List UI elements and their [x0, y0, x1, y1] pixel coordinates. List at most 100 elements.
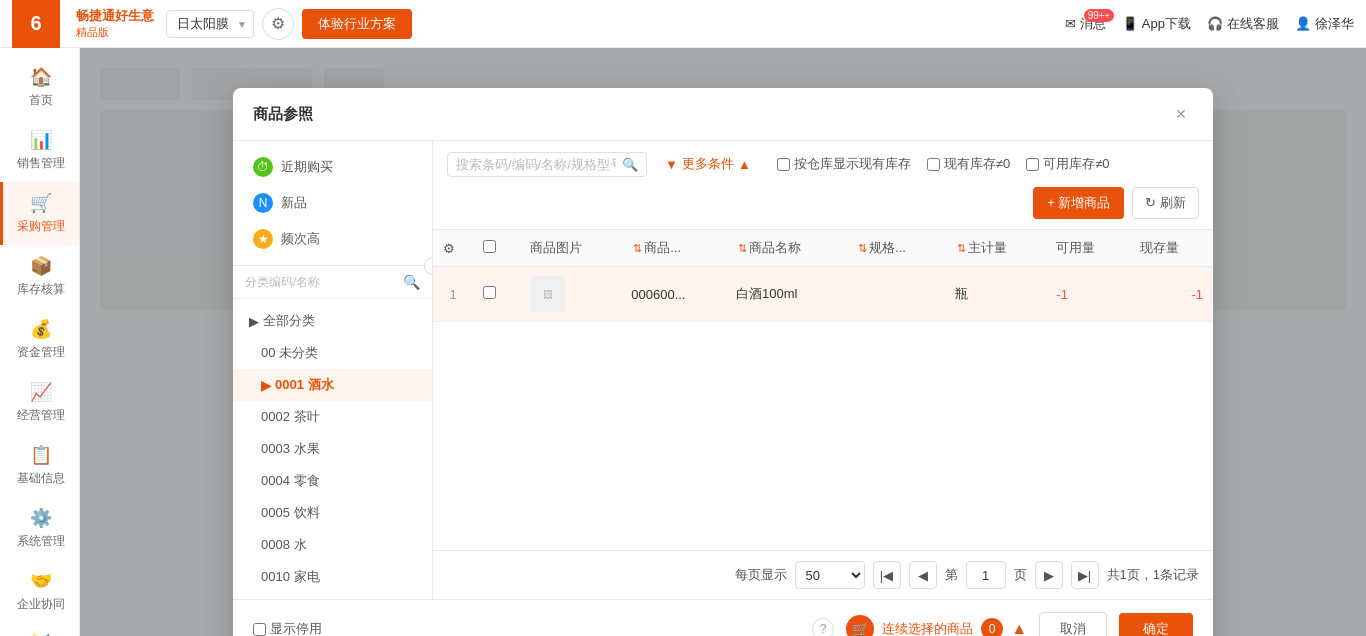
user-avatar-icon: 👤	[1295, 16, 1311, 31]
footer-right: ? 🛒 连续选择的商品 0 ▲ 取消 确定	[812, 612, 1193, 636]
product-search-input[interactable]	[456, 157, 616, 172]
quick-item-new[interactable]: N 新品	[245, 187, 420, 219]
th-stock[interactable]: 现存量	[1130, 230, 1213, 267]
show-disabled-input[interactable]	[253, 623, 266, 636]
filter-up-icon: ▲	[738, 157, 751, 172]
sort-icon-code: ⇅	[633, 242, 642, 255]
sidebar-item-management[interactable]: 📈 经营管理	[0, 371, 79, 434]
app-download-item[interactable]: 📱 App下载	[1122, 15, 1191, 33]
page-size-select[interactable]: 50 100 200	[795, 561, 865, 589]
checkbox-available-input[interactable]	[1026, 158, 1039, 171]
refresh-button[interactable]: ↻ 刷新	[1132, 187, 1199, 219]
category-search-icon[interactable]: 🔍	[403, 274, 420, 290]
checkbox-available-nonzero[interactable]: 可用库存≠0	[1026, 155, 1109, 173]
sidebar-label-management: 经营管理	[17, 407, 65, 424]
th-settings[interactable]: ⚙	[433, 230, 473, 267]
checkbox-warehouse-label: 按仓库显示现有库存	[794, 155, 911, 173]
cart-count-badge: 0	[981, 618, 1003, 636]
add-product-button[interactable]: + 新增商品	[1033, 187, 1124, 219]
store-dropdown[interactable]: 日太阳膜 ▼	[166, 10, 254, 38]
page-last-button[interactable]: ▶|	[1071, 561, 1099, 589]
sidebar-item-sales[interactable]: 📊 销售管理	[0, 119, 79, 182]
modal-close-button[interactable]: ×	[1169, 102, 1193, 126]
checkbox-available-label: 可用库存≠0	[1043, 155, 1109, 173]
trial-button[interactable]: 体验行业方案	[302, 9, 412, 39]
th-unit[interactable]: ⇅ 主计量	[945, 230, 1047, 267]
table-header-row: ⚙ 商品图片	[433, 230, 1213, 267]
checkbox-stock-nonzero[interactable]: 现有库存≠0	[927, 155, 1010, 173]
category-item-uncategorized[interactable]: 00 未分类	[233, 337, 432, 369]
category-label-tea: 0002 茶叶	[261, 408, 320, 426]
category-item-tea[interactable]: 0002 茶叶	[233, 401, 432, 433]
category-item-all[interactable]: ▶ 全部分类	[233, 305, 432, 337]
home-icon: 🏠	[30, 66, 52, 88]
sidebar-label-home: 首页	[29, 92, 53, 109]
quick-item-freq[interactable]: ★ 频次高	[245, 223, 420, 255]
pagination-area: 每页显示 50 100 200 |◀ ◀ 第 页 ▶	[433, 550, 1213, 599]
select-all-checkbox[interactable]	[483, 240, 496, 253]
sidebar-item-system[interactable]: ⚙️ 系统管理	[0, 497, 79, 560]
category-item-water[interactable]: 0008 水	[233, 529, 432, 561]
left-panel: ⏱ 近期购买 N 新品 ★ 频次高	[233, 141, 433, 599]
checkbox-stock-input[interactable]	[927, 158, 940, 171]
th-checkbox[interactable]	[473, 230, 520, 267]
image-placeholder-icon: 🖼	[543, 289, 553, 300]
toolbar-right: + 新增商品 ↻ 刷新	[1033, 187, 1199, 219]
sidebar-item-enterprise[interactable]: 🤝 企业协同	[0, 560, 79, 623]
category-item-liquor[interactable]: ▶ 0001 酒水	[233, 369, 432, 401]
sidebar-label-inventory: 库存核算	[17, 281, 65, 298]
category-search-input[interactable]	[245, 275, 397, 289]
cart-icon-button[interactable]: 🛒	[846, 615, 874, 636]
th-available[interactable]: 可用量	[1046, 230, 1129, 267]
table-row[interactable]: 1 🖼	[433, 267, 1213, 322]
checkbox-warehouse[interactable]: 按仓库显示现有库存	[777, 155, 911, 173]
row-checkbox[interactable]	[483, 286, 496, 299]
finance-icon: 💰	[30, 318, 52, 340]
category-item-snack[interactable]: 0004 零食	[233, 465, 432, 497]
th-image[interactable]: 商品图片	[520, 230, 622, 267]
th-name[interactable]: ⇅ 商品名称	[726, 230, 846, 267]
page-prev-button[interactable]: ◀	[909, 561, 937, 589]
product-search-icon[interactable]: 🔍	[622, 157, 638, 172]
confirm-button[interactable]: 确定	[1119, 613, 1193, 636]
message-item[interactable]: ✉ 消息 99++	[1065, 15, 1106, 33]
help-icon[interactable]: ?	[812, 618, 834, 636]
category-label-all: 全部分类	[263, 312, 315, 330]
page-next-button[interactable]: ▶	[1035, 561, 1063, 589]
settings-icon[interactable]: ⚙	[262, 8, 294, 40]
service-item[interactable]: 🎧 在线客服	[1207, 15, 1279, 33]
row-code: 000600...	[631, 287, 685, 302]
category-label-uncategorized: 00 未分类	[261, 344, 318, 362]
th-code[interactable]: ⇅ 商品...	[621, 230, 726, 267]
checkbox-warehouse-input[interactable]	[777, 158, 790, 171]
category-item-beverage[interactable]: 0005 饮料	[233, 497, 432, 529]
cancel-button[interactable]: 取消	[1039, 612, 1107, 636]
show-disabled-checkbox[interactable]: 显示停用	[253, 620, 322, 636]
row-checkbox-cell[interactable]	[473, 267, 520, 322]
category-label-water: 0008 水	[261, 536, 307, 554]
row-num: 1	[433, 267, 473, 322]
more-filter-button[interactable]: ▼ 更多条件 ▲	[657, 151, 759, 177]
sidebar-item-guide[interactable]: 🔰 新手引导	[0, 623, 79, 636]
quick-item-recent[interactable]: ⏱ 近期购买	[245, 151, 420, 183]
category-list: ▶ 全部分类 00 未分类 ▶ 0001 酒水 0002 茶	[233, 299, 432, 599]
category-item-fruit[interactable]: 0003 水果	[233, 433, 432, 465]
checkbox-group: 按仓库显示现有库存 现有库存≠0 可用库存≠0	[777, 155, 1110, 173]
sidebar-item-home[interactable]: 🏠 首页	[0, 56, 79, 119]
sidebar-item-basic[interactable]: 📋 基础信息	[0, 434, 79, 497]
toolbar: 🔍 ▼ 更多条件 ▲ 按仓库显示现有库存	[433, 141, 1213, 230]
sidebar-item-finance[interactable]: 💰 资金管理	[0, 308, 79, 371]
th-spec[interactable]: ⇅ 规格...	[846, 230, 945, 267]
recent-icon: ⏱	[253, 157, 273, 177]
product-table: ⚙ 商品图片	[433, 230, 1213, 322]
sidebar-item-purchase[interactable]: 🛒 采购管理	[0, 182, 79, 245]
sidebar-item-inventory[interactable]: 📦 库存核算	[0, 245, 79, 308]
new-icon: N	[253, 193, 273, 213]
page-first-button[interactable]: |◀	[873, 561, 901, 589]
liquor-caret-icon: ▶	[261, 378, 271, 393]
collapse-cart-button[interactable]: ▲	[1011, 620, 1027, 636]
category-item-appliance[interactable]: 0010 家电	[233, 561, 432, 593]
page-number-input[interactable]	[966, 561, 1006, 589]
user-item[interactable]: 👤 徐泽华	[1295, 15, 1354, 33]
sidebar-label-enterprise: 企业协同	[17, 596, 65, 613]
